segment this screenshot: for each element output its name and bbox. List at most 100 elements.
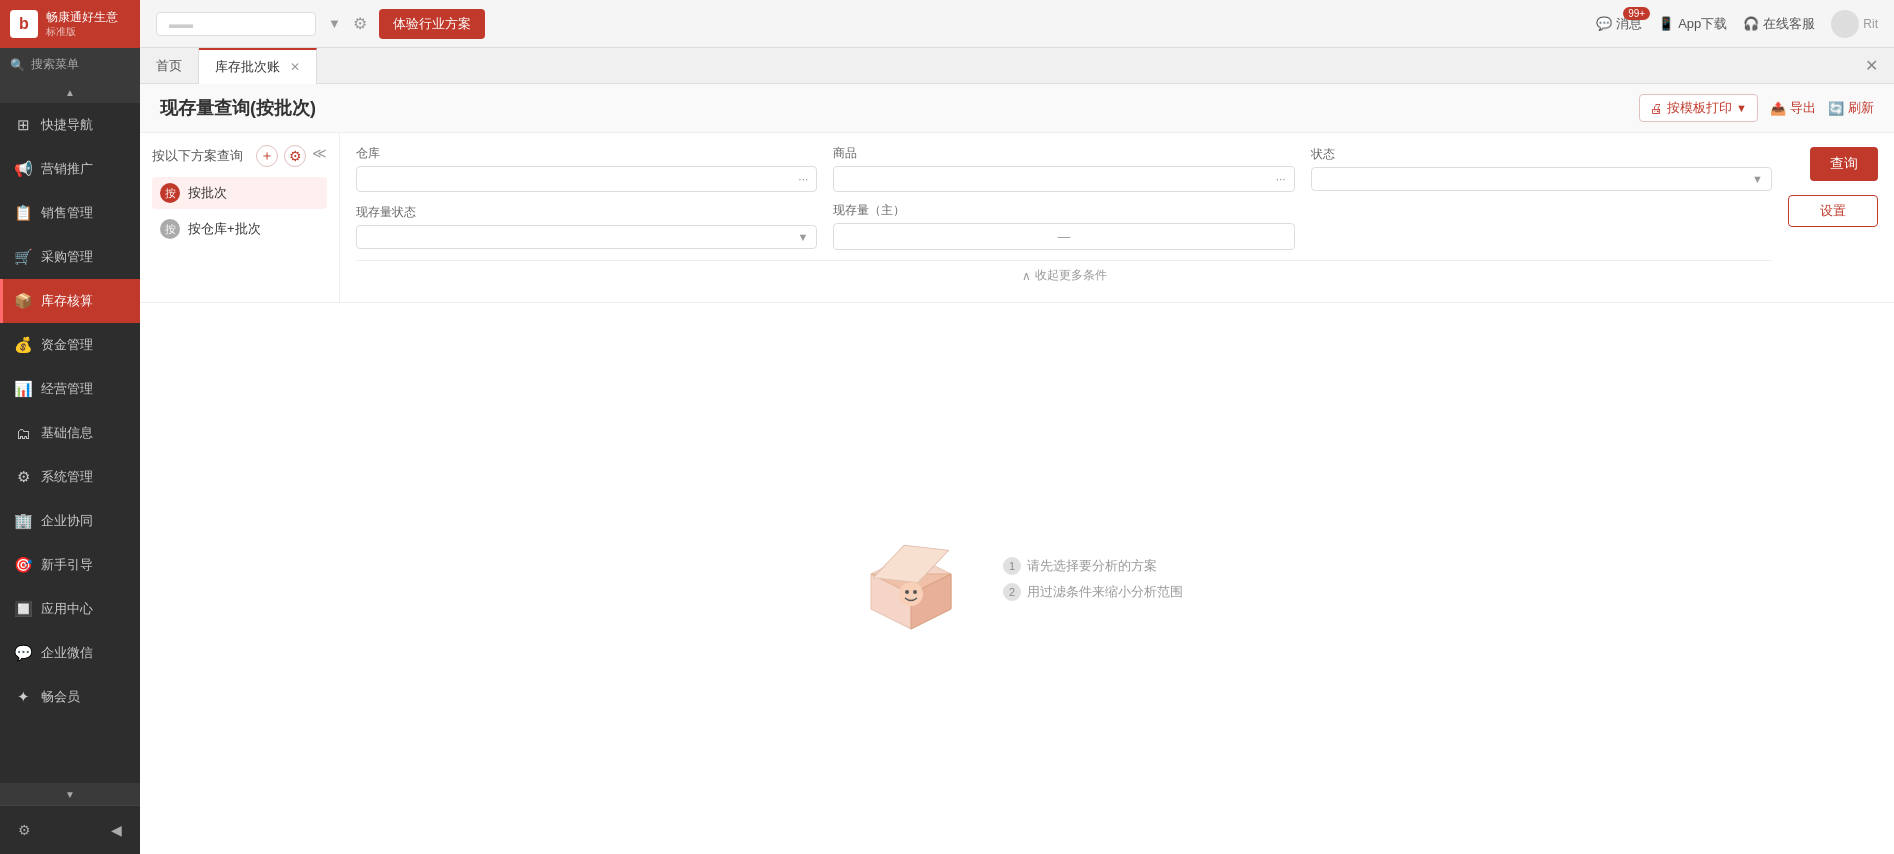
sidebar-item-purchase[interactable]: 🛒 采购管理 (0, 235, 140, 279)
main-area: ▬▬ ▼ ⚙ 体验行业方案 💬 消息 99+ 📱 App下载 🎧 在线客服 Ri (140, 0, 1894, 854)
inventory-status-input[interactable]: ▼ (356, 225, 817, 249)
tab-close-icon[interactable]: ✕ (290, 60, 300, 74)
nav-icon-finance: 💰 (13, 335, 33, 355)
scheme-add-btn[interactable]: ＋ (256, 145, 278, 167)
sidebar-item-enterprise[interactable]: 🏢 企业协同 (0, 499, 140, 543)
nav-icon-appstore: 🔲 (13, 599, 33, 619)
qty-main-min[interactable] (842, 229, 1049, 244)
settings-btn[interactable]: 设置 (1788, 195, 1878, 227)
nav-label-basic: 基础信息 (41, 424, 93, 442)
tip-num-1: 1 (1003, 557, 1021, 575)
nav-label-guide: 新手引导 (41, 556, 93, 574)
scheme-collapse-btn[interactable]: ≪ (312, 145, 327, 167)
app-edition: 标准版 (46, 25, 118, 39)
query-btn[interactable]: 查询 (1810, 147, 1878, 181)
nav-icon-wechat: 💬 (13, 643, 33, 663)
filter-row-2: 现存量状态 ▼ 现存量（主） — (356, 202, 1772, 250)
warehouse-label: 仓库 (356, 145, 817, 162)
app-download-btn[interactable]: 📱 App下载 (1658, 15, 1727, 33)
nav-label-business: 经营管理 (41, 380, 93, 398)
sidebar-settings-btn[interactable]: ⚙ (10, 816, 38, 844)
export-btn[interactable]: 📤 导出 (1770, 99, 1816, 117)
empty-state: 1 请先选择要分析的方案 2 用过滤条件来缩小分析范围 (140, 303, 1894, 854)
sidebar-item-member[interactable]: ✦ 畅会员 (0, 675, 140, 719)
nav-icon-sales: 📋 (13, 203, 33, 223)
scheme-item-warehouse-batch[interactable]: 按 按仓库+批次 (152, 213, 327, 245)
tabs-bar: 首页 库存批次账 ✕ ✕ (140, 48, 1894, 84)
nav-icon-system: ⚙ (13, 467, 33, 487)
filter-area: 按以下方案查询 ＋ ⚙ ≪ 按 按批次 按 按仓库+批次 (140, 133, 1894, 303)
headset-icon: 🎧 (1743, 16, 1759, 31)
print-label: 按模板打印 (1667, 99, 1732, 117)
sidebar-scroll-up[interactable]: ▲ (0, 81, 140, 103)
user-avatar-btn[interactable]: Rit (1831, 10, 1878, 38)
svg-point-5 (905, 590, 909, 594)
warehouse-input[interactable]: ··· (356, 166, 817, 192)
scheme-icon-warehouse-batch: 按 (160, 219, 180, 239)
scheme-settings-btn[interactable]: ⚙ (284, 145, 306, 167)
nav-icon-guide: 🎯 (13, 555, 33, 575)
topbar: ▬▬ ▼ ⚙ 体验行业方案 💬 消息 99+ 📱 App下载 🎧 在线客服 Ri (140, 0, 1894, 48)
tip-text-1: 请先选择要分析的方案 (1027, 557, 1157, 575)
sidebar-item-business[interactable]: 📊 经营管理 (0, 367, 140, 411)
sidebar-item-wechat[interactable]: 💬 企业微信 (0, 631, 140, 675)
messages-btn[interactable]: 💬 消息 99+ (1596, 15, 1642, 33)
filter-field-qty-main: 现存量（主） — (833, 202, 1294, 250)
nav-label-sales: 销售管理 (41, 204, 93, 222)
qty-dash: — (1058, 229, 1071, 244)
sidebar-item-inventory[interactable]: 📦 库存核算 (0, 279, 140, 323)
nav-icon-member: ✦ (13, 687, 33, 707)
product-more-icon[interactable]: ··· (1276, 172, 1286, 186)
sidebar-footer: ⚙ ◀ (0, 805, 140, 854)
collapse-label: 收起更多条件 (1035, 267, 1107, 284)
sidebar-item-quick-nav[interactable]: ⊞ 快捷导航 (0, 103, 140, 147)
refresh-icon: 🔄 (1828, 101, 1844, 116)
sidebar-item-appstore[interactable]: 🔲 应用中心 (0, 587, 140, 631)
empty-icon (851, 519, 971, 639)
print-dropdown-icon[interactable]: ▼ (1736, 102, 1747, 114)
nav-icon-enterprise: 🏢 (13, 511, 33, 531)
sidebar-item-sales[interactable]: 📋 销售管理 (0, 191, 140, 235)
sidebar-item-guide[interactable]: 🎯 新手引导 (0, 543, 140, 587)
phone-icon: 📱 (1658, 16, 1674, 31)
scheme-item-batch[interactable]: 按 按批次 (152, 177, 327, 209)
online-support-label: 在线客服 (1763, 15, 1815, 33)
svg-point-6 (913, 590, 917, 594)
app-logo: b (10, 10, 38, 38)
nav-label-purchase: 采购管理 (41, 248, 93, 266)
online-support-btn[interactable]: 🎧 在线客服 (1743, 15, 1815, 33)
refresh-btn[interactable]: 🔄 刷新 (1828, 99, 1874, 117)
qty-main-label: 现存量（主） (833, 202, 1294, 219)
status-input[interactable]: ▼ (1311, 167, 1772, 191)
refresh-label: 刷新 (1848, 99, 1874, 117)
warehouse-more-icon[interactable]: ··· (798, 172, 808, 186)
sidebar-scroll-down[interactable]: ▼ (0, 783, 140, 805)
filter-field-status: 状态 ▼ (1311, 146, 1772, 191)
sidebar-item-finance[interactable]: 💰 资金管理 (0, 323, 140, 367)
experience-btn[interactable]: 体验行业方案 (379, 9, 485, 39)
topbar-dropdown-icon[interactable]: ▼ (328, 16, 341, 31)
sidebar-search-label: 搜索菜单 (31, 56, 79, 73)
filter-field-inventory-status: 现存量状态 ▼ (356, 204, 817, 249)
status-label: 状态 (1311, 146, 1772, 163)
search-icon: 🔍 (10, 58, 25, 72)
sidebar-item-basic[interactable]: 🗂 基础信息 (0, 411, 140, 455)
sidebar-item-system[interactable]: ⚙ 系统管理 (0, 455, 140, 499)
sidebar-search[interactable]: 🔍 搜索菜单 (0, 48, 140, 81)
nav-label-finance: 资金管理 (41, 336, 93, 354)
print-btn[interactable]: 🖨 按模板打印 ▼ (1639, 94, 1758, 122)
qty-main-max[interactable] (1079, 229, 1286, 244)
tab-close-main-btn[interactable]: ✕ (1849, 56, 1894, 75)
sidebar-item-marketing[interactable]: 📢 营销推广 (0, 147, 140, 191)
svg-point-4 (899, 582, 923, 606)
product-input[interactable]: ··· (833, 166, 1294, 192)
messages-badge: 99+ (1623, 7, 1650, 20)
tab-home[interactable]: 首页 (140, 48, 199, 84)
collapse-more-btn[interactable]: ∧ 收起更多条件 (356, 260, 1772, 290)
nav-icon-inventory: 📦 (13, 291, 33, 311)
topbar-settings-icon[interactable]: ⚙ (353, 14, 367, 33)
scheme-panel-title: 按以下方案查询 (152, 147, 243, 165)
sidebar-collapse-btn[interactable]: ◀ (102, 816, 130, 844)
tab-inventory-batch[interactable]: 库存批次账 ✕ (199, 48, 317, 84)
tip-text-2: 用过滤条件来缩小分析范围 (1027, 583, 1183, 601)
